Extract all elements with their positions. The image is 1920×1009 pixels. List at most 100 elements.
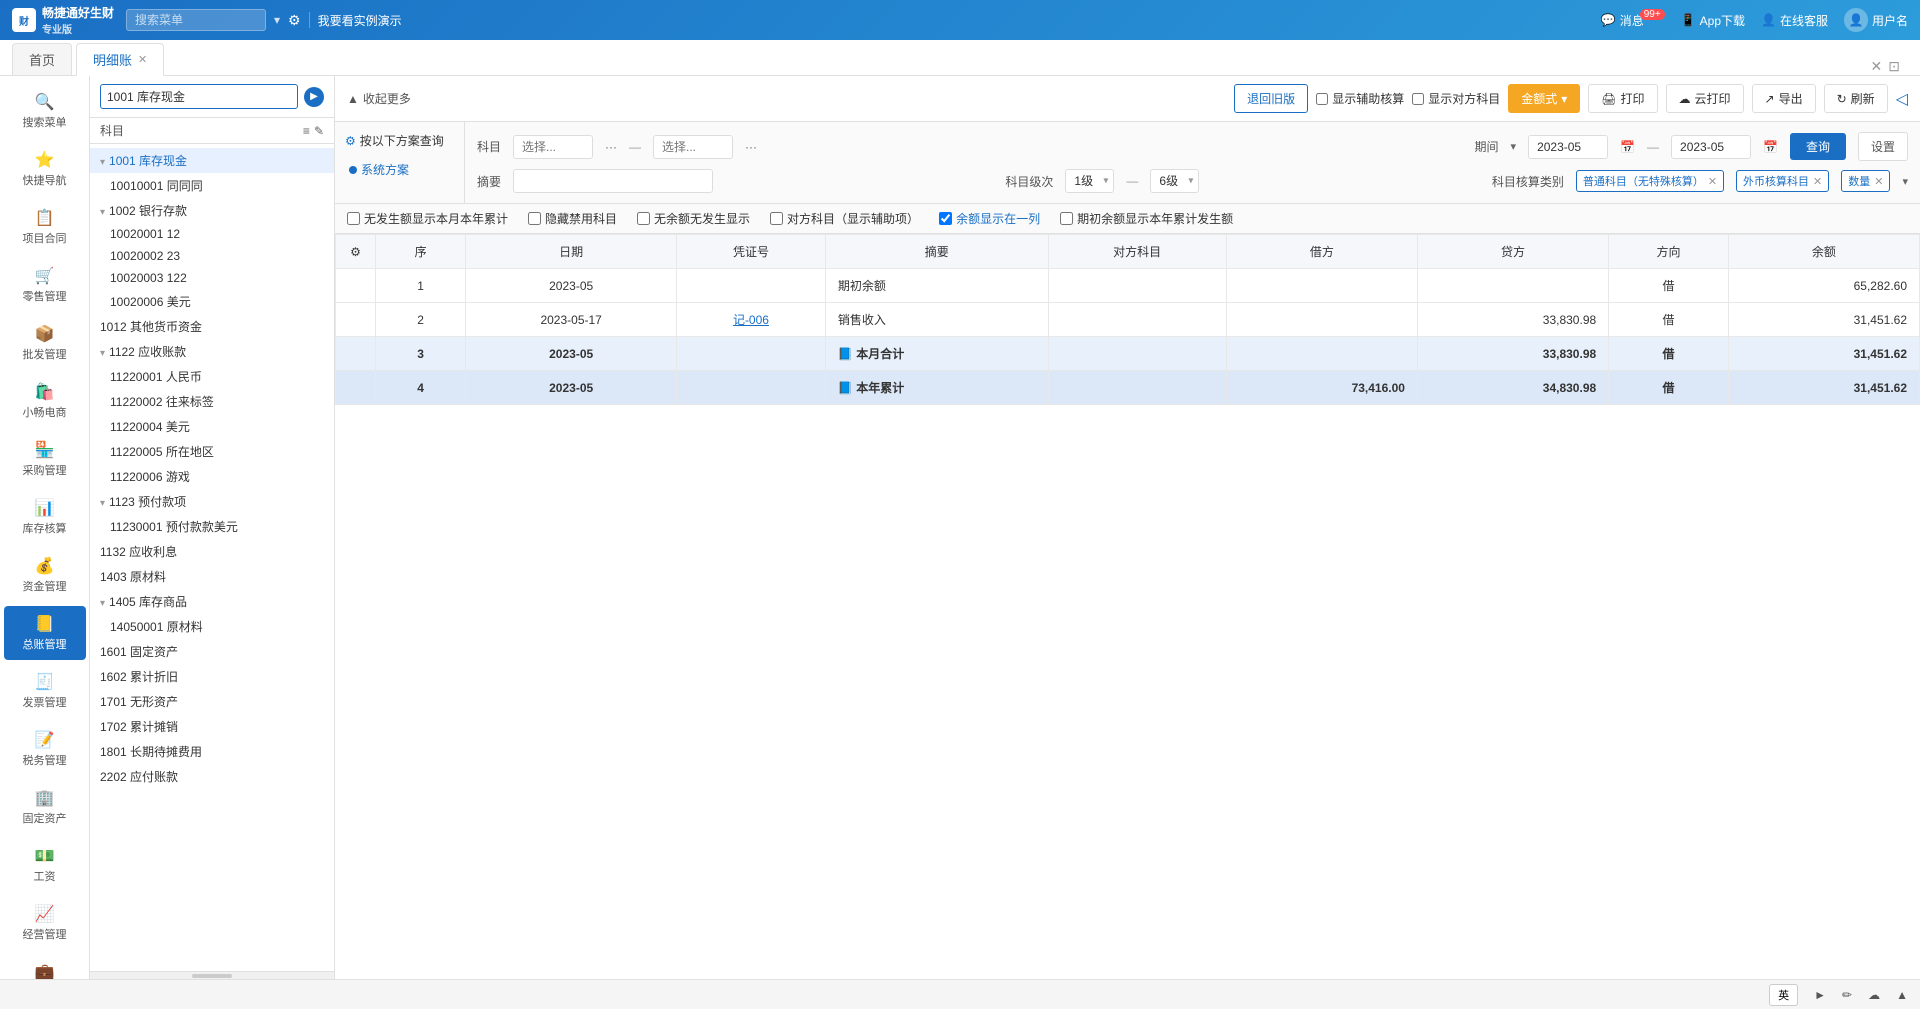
- settings-btn[interactable]: 设置: [1858, 132, 1908, 161]
- more-tags-icon[interactable]: ▾: [1902, 175, 1908, 188]
- nav-project[interactable]: 📋 项目合同: [4, 200, 86, 254]
- subject-more-icon[interactable]: ···: [605, 140, 617, 154]
- right-panel-toggle[interactable]: ◁: [1896, 89, 1908, 109]
- return-old-btn[interactable]: 退回旧版: [1234, 84, 1308, 113]
- voucher-link[interactable]: 记-006: [733, 313, 769, 327]
- nav-search[interactable]: 🔍 搜索菜单: [4, 84, 86, 138]
- tag-normal-remove[interactable]: ✕: [1708, 175, 1717, 188]
- menu-search-input[interactable]: [126, 9, 266, 31]
- tag-qty[interactable]: 数量 ✕: [1841, 170, 1890, 192]
- settings-icon[interactable]: ⚙: [288, 12, 301, 29]
- nav-fixed-asset[interactable]: 🏢 固定资产: [4, 780, 86, 834]
- opt-one-col-checkbox[interactable]: [939, 212, 952, 225]
- tree-node-1123[interactable]: ▾1123 预付款项: [90, 489, 334, 514]
- tree-node-1403[interactable]: 1403 原材料: [90, 564, 334, 589]
- tree-node-11220005[interactable]: 11220005 所在地区: [90, 439, 334, 464]
- nav-wholesale[interactable]: 📦 批发管理: [4, 316, 86, 370]
- subject-input[interactable]: [513, 135, 593, 159]
- tree-node-1405[interactable]: ▾1405 库存商品: [90, 589, 334, 614]
- tree-node-1601[interactable]: 1601 固定资产: [90, 639, 334, 664]
- tab-ledger[interactable]: 明细账 ✕: [76, 43, 164, 76]
- tree-node-1122[interactable]: ▾1122 应收账款: [90, 339, 334, 364]
- level-to-select[interactable]: 6级 5级: [1150, 169, 1199, 193]
- tree-node-10020003[interactable]: 10020003 122: [90, 267, 334, 289]
- opt-opening-cumulative-checkbox[interactable]: [1060, 212, 1073, 225]
- app-download-btn[interactable]: 📱 App下载: [1681, 12, 1745, 29]
- tree-node-11220004[interactable]: 11220004 美元: [90, 414, 334, 439]
- show-contra-checkbox[interactable]: [1412, 93, 1424, 105]
- tree-node-1001[interactable]: ▾1001 库存现金: [90, 148, 334, 173]
- toolbar-list-icon[interactable]: ≡: [303, 124, 310, 138]
- nav-finance[interactable]: 💰 资金管理: [4, 548, 86, 602]
- tag-qty-remove[interactable]: ✕: [1874, 175, 1883, 188]
- tree-node-2202[interactable]: 2202 应付账款: [90, 764, 334, 789]
- period-to-input[interactable]: [1671, 135, 1751, 159]
- tree-node-10020006[interactable]: 10020006 美元: [90, 289, 334, 314]
- close-panel-btn[interactable]: ✕: [1871, 58, 1883, 75]
- refresh-btn[interactable]: ↻ 刷新: [1824, 84, 1888, 113]
- opt-contra[interactable]: 对方科目（显示辅助项）: [770, 210, 919, 227]
- tree-node-1002[interactable]: ▾1002 银行存款: [90, 198, 334, 223]
- tree-node-11220006[interactable]: 11220006 游戏: [90, 464, 334, 489]
- status-edit-icon[interactable]: ✏: [1842, 988, 1852, 1002]
- opt-no-balance-checkbox[interactable]: [637, 212, 650, 225]
- status-arrow-icon[interactable]: ►: [1814, 988, 1826, 1002]
- tree-node-10010001[interactable]: 10010001 同同同: [90, 173, 334, 198]
- tree-node-1012[interactable]: 1012 其他货币资金: [90, 314, 334, 339]
- nav-retail[interactable]: 🛒 零售管理: [4, 258, 86, 312]
- tree-node-11230001[interactable]: 11230001 预付款款美元: [90, 514, 334, 539]
- tag-foreign-remove[interactable]: ✕: [1813, 175, 1822, 188]
- status-lang-btn[interactable]: 英: [1769, 984, 1798, 1006]
- nav-salary[interactable]: 💵 工资: [4, 838, 86, 892]
- show-aux-check[interactable]: 显示辅助核算: [1316, 90, 1404, 107]
- dropdown-icon[interactable]: ▾: [274, 13, 280, 27]
- scheme-item[interactable]: 系统方案: [345, 157, 454, 182]
- show-aux-checkbox[interactable]: [1316, 93, 1328, 105]
- message-btn[interactable]: 💬 消息 99+: [1601, 12, 1665, 29]
- opt-no-balance[interactable]: 无余额无发生显示: [637, 210, 750, 227]
- level-from-select[interactable]: 1级 2级: [1065, 169, 1114, 193]
- opt-hide-disabled[interactable]: 隐藏禁用科目: [528, 210, 617, 227]
- tab-close-icon[interactable]: ✕: [138, 53, 147, 66]
- tree-node-10020002[interactable]: 10020002 23: [90, 245, 334, 267]
- gold-mode-btn[interactable]: 金额式 ▾: [1508, 84, 1580, 113]
- nav-report[interactable]: 💼 小畅报销: [4, 954, 86, 979]
- tree-node-14050001[interactable]: 14050001 原材料: [90, 614, 334, 639]
- account-nav-next[interactable]: ▶: [304, 87, 324, 107]
- nav-operation[interactable]: 📈 经营管理: [4, 896, 86, 950]
- demo-btn[interactable]: 我要看实例演示: [318, 12, 402, 29]
- status-up-icon[interactable]: ▲: [1896, 988, 1908, 1002]
- opt-no-occurrence[interactable]: 无发生额显示本月本年累计: [347, 210, 508, 227]
- expand-panel-btn[interactable]: ⊡: [1888, 58, 1900, 75]
- nav-inventory[interactable]: 📊 库存核算: [4, 490, 86, 544]
- nav-tax[interactable]: 📝 税务管理: [4, 722, 86, 776]
- tab-home[interactable]: 首页: [12, 43, 72, 75]
- nav-ecommerce[interactable]: 🛍️ 小畅电商: [4, 374, 86, 428]
- opt-one-col[interactable]: 余额显示在一列: [939, 210, 1040, 227]
- subject-input-2[interactable]: [653, 135, 733, 159]
- tree-node-11220002[interactable]: 11220002 往来标签: [90, 389, 334, 414]
- cloud-print-btn[interactable]: ☁ 云打印: [1666, 84, 1744, 113]
- show-contra-check[interactable]: 显示对方科目: [1412, 90, 1500, 107]
- summary-input[interactable]: [513, 169, 713, 193]
- tree-node-1701[interactable]: 1701 无形资产: [90, 689, 334, 714]
- opt-opening-cumulative[interactable]: 期初余额显示本年累计发生额: [1060, 210, 1233, 227]
- opt-hide-disabled-checkbox[interactable]: [528, 212, 541, 225]
- tree-node-1132[interactable]: 1132 应收利息: [90, 539, 334, 564]
- period-dropdown-icon[interactable]: ▾: [1511, 140, 1517, 153]
- status-cloud-icon[interactable]: ☁: [1868, 988, 1880, 1002]
- selected-account-display[interactable]: 1001 库存现金: [100, 84, 298, 109]
- col-header-settings[interactable]: ⚙: [336, 235, 376, 269]
- export-btn[interactable]: ↗ 导出: [1752, 84, 1816, 113]
- period-to-cal-icon[interactable]: 📅: [1763, 140, 1778, 154]
- subject-more-icon-2[interactable]: ···: [745, 140, 757, 154]
- user-avatar-btn[interactable]: 👤 用户名: [1844, 8, 1908, 32]
- tree-node-1801[interactable]: 1801 长期待摊费用: [90, 739, 334, 764]
- nav-accounting[interactable]: 📒 总账管理: [4, 606, 86, 660]
- query-btn[interactable]: 查询: [1790, 133, 1846, 160]
- tag-normal[interactable]: 普通科目（无特殊核算） ✕: [1576, 170, 1724, 192]
- opt-no-occurrence-checkbox[interactable]: [347, 212, 360, 225]
- toolbar-edit-icon[interactable]: ✎: [314, 124, 324, 138]
- nav-purchase[interactable]: 🏪 采购管理: [4, 432, 86, 486]
- online-service-btn[interactable]: 👤 在线客服: [1761, 12, 1828, 29]
